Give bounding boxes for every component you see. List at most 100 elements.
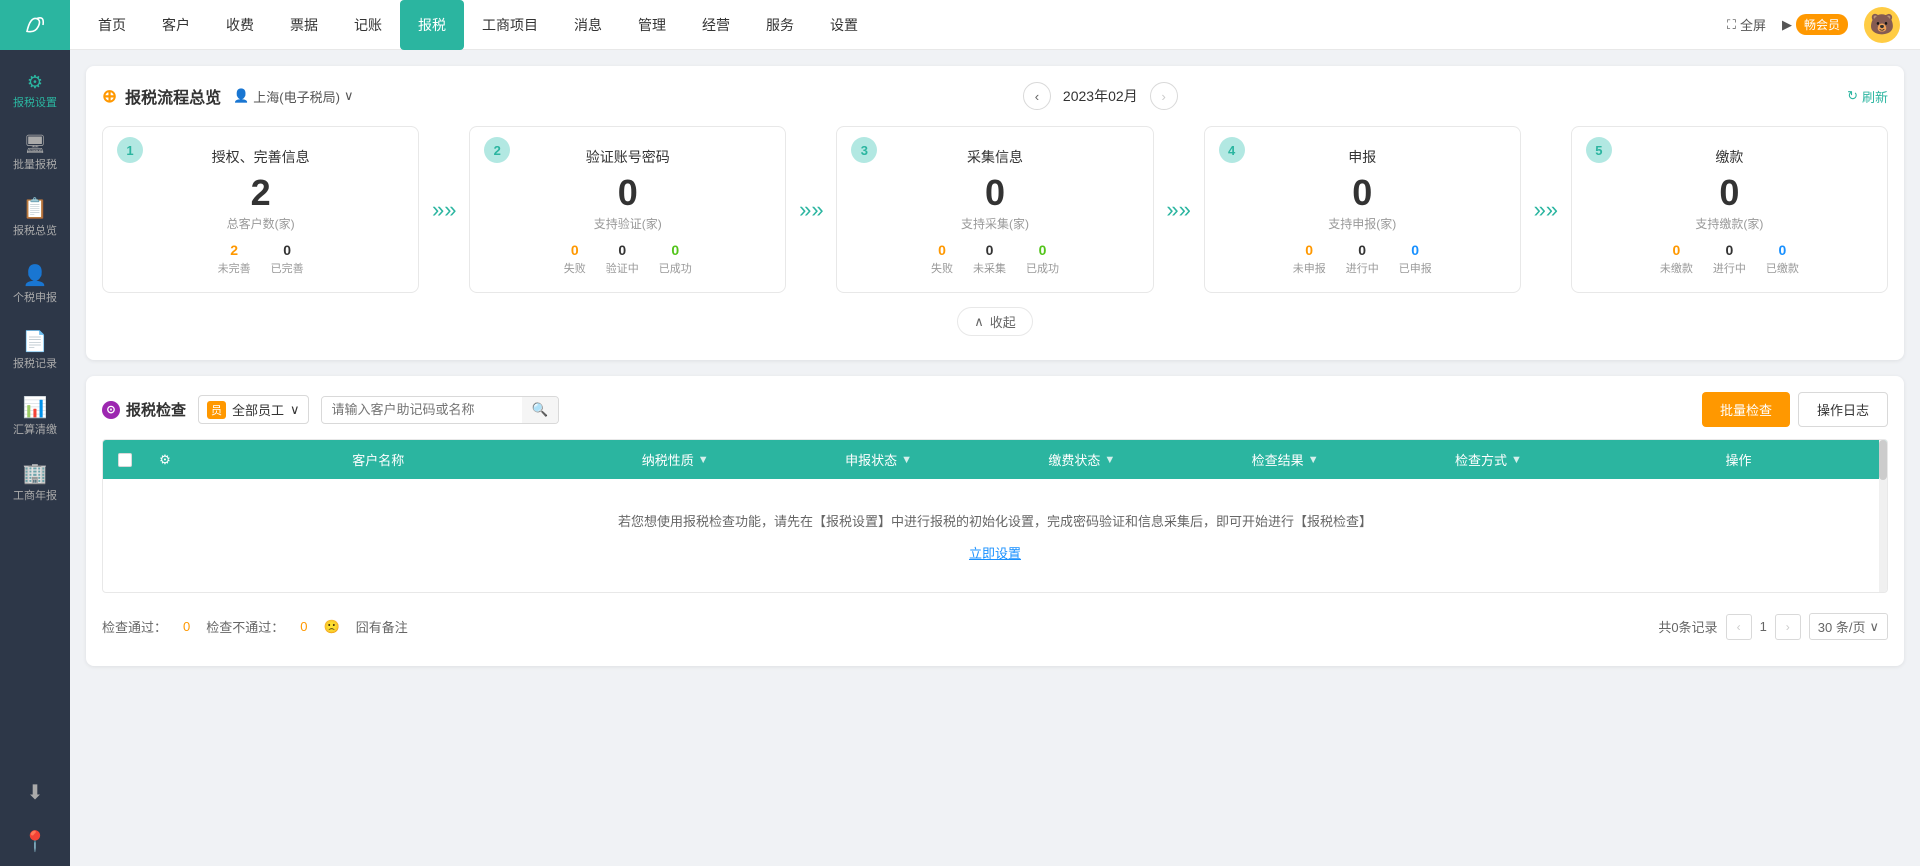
search-button[interactable]: 🔍: [522, 397, 559, 423]
main-content: ⊕ 报税流程总览 👤 上海(电子税局) ∨ ‹ 2023年02月 › ↻ 刷新: [70, 50, 1920, 866]
logo: [0, 0, 70, 50]
nav-right: ⛶ 全屏 ▶ 畅会员 🐻: [1727, 7, 1920, 43]
nav-item-message[interactable]: 消息: [556, 0, 620, 50]
step-5-stat-0-num: 0: [1673, 242, 1681, 258]
step-5-stat-2-label: 已缴款: [1766, 260, 1799, 276]
tax-nature-filter-icon: ▼: [698, 454, 709, 466]
pass-count[interactable]: 0: [183, 619, 190, 634]
staff-selector[interactable]: 员 全部员工 ∨: [198, 395, 309, 424]
page-size-selector[interactable]: 30 条/页 ∨: [1809, 613, 1888, 640]
empty-message: 若您想使用报税检查功能，请先在【报税设置】中进行报税的初始化设置，完成密码验证和…: [618, 509, 1372, 535]
nav-item-tax[interactable]: 报税: [400, 0, 464, 50]
location-tag[interactable]: 👤 上海(电子税局) ∨: [233, 87, 353, 106]
top-nav: 首页 客户 收费 票据 记账 报税 工商项目 消息 管理 经营 服务 设置 ⛶ …: [0, 0, 1920, 50]
th-payment-status-text: 缴费状态: [1048, 450, 1100, 469]
step-2-count: 0: [486, 175, 769, 211]
th-payment-status[interactable]: 缴费状态 ▼: [980, 440, 1183, 479]
batch-check-button[interactable]: 批量检查: [1702, 392, 1790, 427]
th-declare-status[interactable]: 申报状态 ▼: [777, 440, 980, 479]
sidebar-item-annual-report[interactable]: 🏢 工商年报: [0, 449, 70, 515]
collapse-button[interactable]: ∧ 收起: [957, 307, 1033, 336]
step-3-count: 0: [853, 175, 1136, 211]
search-input[interactable]: [322, 397, 522, 422]
header-checkbox[interactable]: [118, 453, 132, 467]
check-method-filter-icon: ▼: [1511, 454, 1522, 466]
tax-settings-icon: ⚙: [27, 72, 43, 93]
sidebar-item-settlement[interactable]: 📊 汇算清缴: [0, 383, 70, 449]
download-icon: ⬇: [27, 780, 44, 805]
step-1-title: 授权、完善信息: [119, 147, 402, 167]
step-1-stat-1-label: 已完善: [271, 260, 304, 276]
sidebar-item-location[interactable]: 📍: [0, 817, 70, 866]
step-3-stat-0-label: 失败: [931, 260, 953, 276]
operation-log-button[interactable]: 操作日志: [1798, 392, 1888, 427]
th-tax-nature[interactable]: 纳税性质 ▼: [574, 440, 777, 479]
sidebar-label-annual-report: 工商年报: [13, 490, 57, 503]
sidebar-item-download[interactable]: ⬇: [0, 768, 70, 817]
flow-step-1: 1 授权、完善信息 2 总客户数(家) 2 未完善 0 已完善: [102, 126, 419, 293]
next-month-button[interactable]: ›: [1150, 82, 1178, 110]
fullscreen-button[interactable]: ⛶ 全屏: [1727, 15, 1766, 34]
vip-label: 畅会员: [1796, 14, 1848, 35]
th-tax-nature-text: 纳税性质: [642, 450, 694, 469]
step-3-stat-0-num: 0: [938, 242, 946, 258]
step-5-stat-0-label: 未缴款: [1660, 260, 1693, 276]
annual-report-icon: 🏢: [23, 461, 48, 486]
staff-chevron-icon: ∨: [290, 402, 300, 418]
step-4-title: 申报: [1221, 147, 1504, 167]
prev-page-button[interactable]: ‹: [1726, 614, 1752, 640]
th-checkbox[interactable]: [103, 443, 147, 477]
nav-item-manage[interactable]: 管理: [620, 0, 684, 50]
step-1-count: 2: [119, 175, 402, 211]
scrollbar-thumb[interactable]: [1879, 440, 1887, 480]
step-3-stat-1-label: 未采集: [973, 260, 1006, 276]
total-text: 共0条记录: [1658, 617, 1717, 636]
refresh-button[interactable]: ↻ 刷新: [1847, 87, 1888, 106]
th-check-result-text: 检查结果: [1252, 450, 1304, 469]
page-size-label: 30 条/页: [1818, 617, 1866, 636]
vip-button[interactable]: ▶ 畅会员: [1782, 14, 1848, 35]
sidebar-item-tax-record[interactable]: 📄 报税记录: [0, 317, 70, 383]
next-page-button[interactable]: ›: [1775, 614, 1801, 640]
pass-label: 检查通过：: [102, 617, 167, 636]
nav-item-business[interactable]: 工商项目: [464, 0, 556, 50]
fullscreen-label: 全屏: [1740, 15, 1766, 34]
avatar[interactable]: 🐻: [1864, 7, 1900, 43]
step-4-stat-2-num: 0: [1411, 242, 1419, 258]
table-footer: 检查通过： 0 检查不通过： 0 🙁 囧有备注 共0条记录 ‹ 1 › 30 条…: [102, 603, 1888, 650]
nav-item-service[interactable]: 服务: [748, 0, 812, 50]
nav-item-settings[interactable]: 设置: [812, 0, 876, 50]
check-title: ⊙ 报税检查: [102, 399, 186, 420]
step-5-stat-2-num: 0: [1779, 242, 1787, 258]
sidebar-item-tax-settings[interactable]: ⚙ 报税设置: [0, 60, 70, 122]
prev-month-button[interactable]: ‹: [1023, 82, 1051, 110]
sidebar-item-personal-tax[interactable]: 👤 个税申报: [0, 251, 70, 317]
th-check-method[interactable]: 检查方式 ▼: [1387, 440, 1590, 479]
step-2-stat-1: 0 验证中: [606, 242, 639, 276]
flow-title-text: 报税流程总览: [125, 84, 221, 108]
nav-item-invoice[interactable]: 票据: [272, 0, 336, 50]
logo-icon: [19, 9, 51, 41]
step-arrow-1: »»: [419, 126, 469, 293]
th-settings[interactable]: ⚙: [147, 442, 183, 478]
th-check-result[interactable]: 检查结果 ▼: [1183, 440, 1386, 479]
nav-item-fee[interactable]: 收费: [208, 0, 272, 50]
nav-item-bookkeeping[interactable]: 记账: [336, 0, 400, 50]
sidebar-item-batch-tax[interactable]: 🖥 批量报税: [0, 122, 70, 184]
sidebar-item-tax-overview[interactable]: 📋 报税总览: [0, 184, 70, 250]
step-arrow-3: »»: [1154, 126, 1204, 293]
collapse-icon: ∧: [974, 314, 984, 330]
step-2-stat-2: 0 已成功: [659, 242, 692, 276]
step-4-stat-0-num: 0: [1305, 242, 1313, 258]
setup-link[interactable]: 立即设置: [969, 543, 1021, 562]
th-action: 操作: [1590, 440, 1887, 479]
step-2-stat-0-label: 失败: [564, 260, 586, 276]
nav-item-client[interactable]: 客户: [144, 0, 208, 50]
step-5-stat-1-label: 进行中: [1713, 260, 1746, 276]
scrollbar[interactable]: [1879, 440, 1887, 592]
page-size-chevron-icon: ∨: [1869, 619, 1879, 635]
current-page: 1: [1760, 619, 1767, 634]
fail-count[interactable]: 0: [300, 619, 307, 634]
nav-item-home[interactable]: 首页: [80, 0, 144, 50]
nav-item-operation[interactable]: 经营: [684, 0, 748, 50]
